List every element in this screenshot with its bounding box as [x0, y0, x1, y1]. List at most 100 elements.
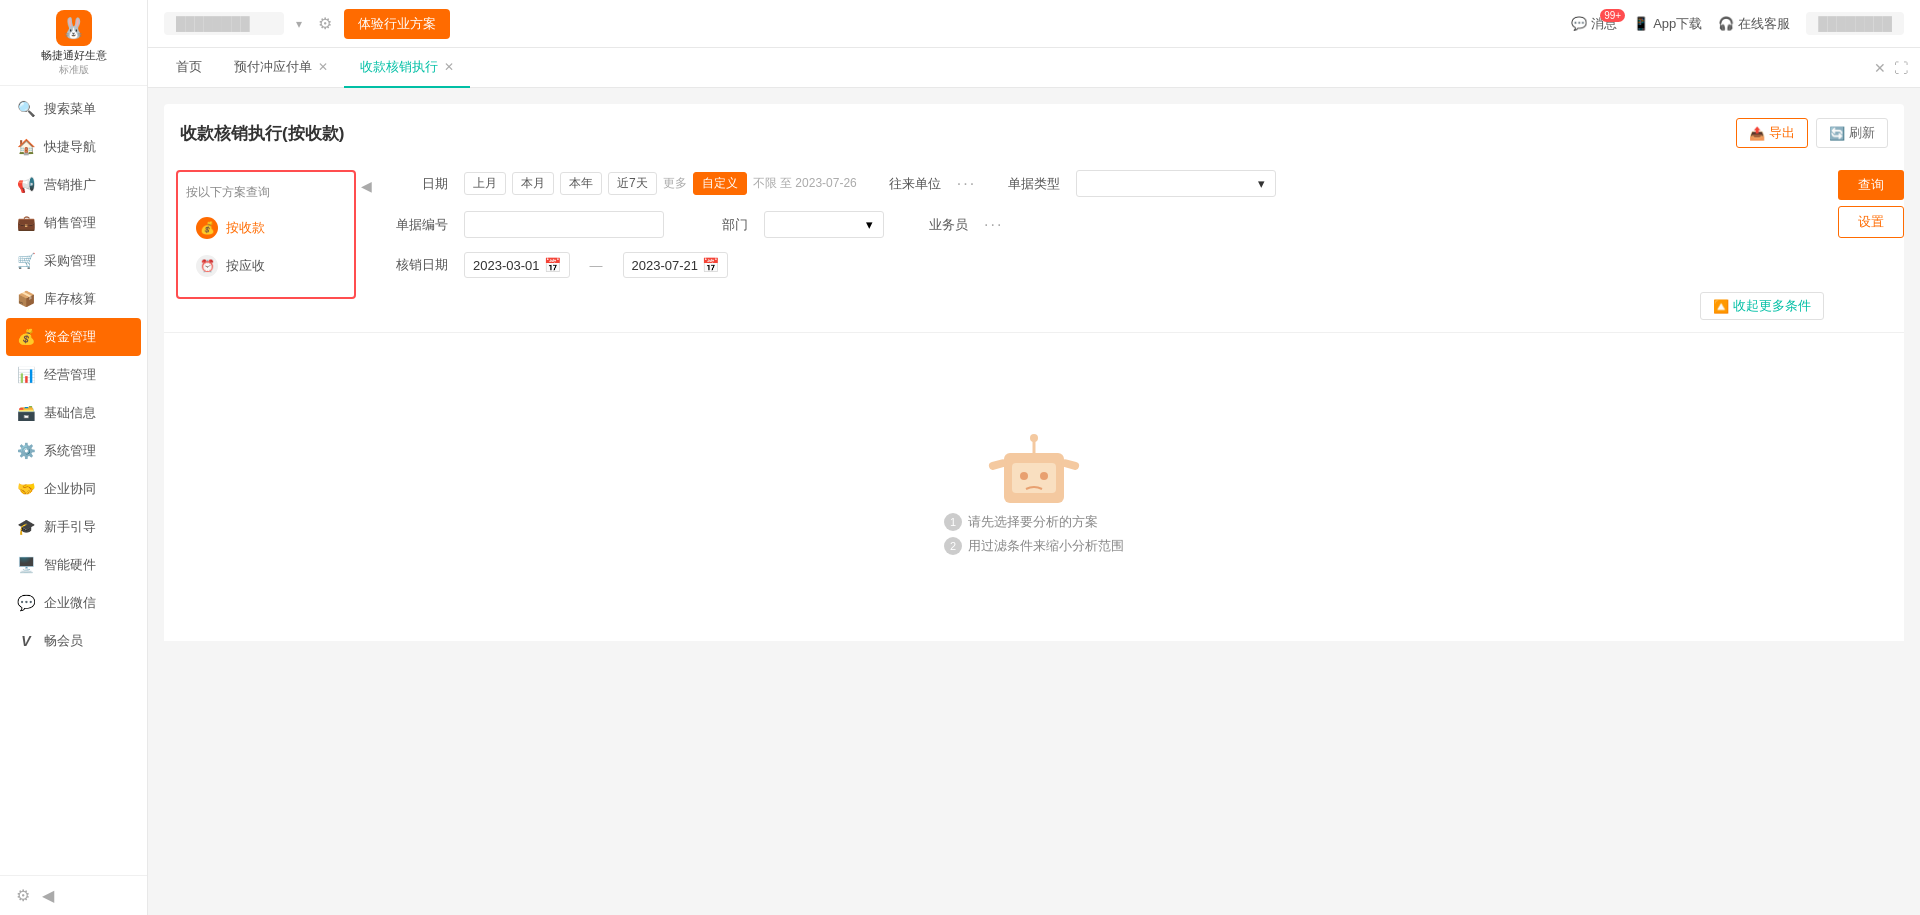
filter-area: 按以下方案查询 💰 按收款 ⏰ 按应收 ◀	[164, 158, 1904, 332]
calendar-to-icon[interactable]: 📅	[702, 257, 719, 273]
partner-selector-dots[interactable]: ···	[957, 175, 976, 193]
sidebar-item-sales[interactable]: 💼 销售管理	[0, 204, 147, 242]
sidebar-item-label: 营销推广	[44, 176, 96, 194]
filter-form: 日期 上月 本月 本年 近7天 更多 自定义 不限 至 2023-07-26 往…	[376, 158, 1904, 332]
svg-point-3	[1040, 472, 1048, 480]
sidebar-item-basic-info[interactable]: 🗃️ 基础信息	[0, 394, 147, 432]
sidebar-item-purchase[interactable]: 🛒 采购管理	[0, 242, 147, 280]
sidebar-item-label: 新手引导	[44, 518, 96, 536]
refresh-icon: 🔄	[1829, 126, 1845, 141]
staff-selector-dots[interactable]: ···	[984, 216, 1003, 234]
sidebar-item-guide[interactable]: 🎓 新手引导	[0, 508, 147, 546]
date-custom-btn[interactable]: 自定义	[693, 172, 747, 195]
empty-illustration	[974, 413, 1094, 513]
sidebar-item-management[interactable]: 📊 经营管理	[0, 356, 147, 394]
sidebar-item-label: 系统管理	[44, 442, 96, 460]
system-icon: ⚙️	[16, 442, 36, 460]
expand-tab-icon[interactable]: ⛶	[1894, 60, 1908, 76]
doc-no-input[interactable]	[464, 211, 664, 238]
messages-badge: 99+	[1600, 9, 1625, 22]
date-quick-group: 上月 本月 本年 近7天 更多 自定义 不限 至 2023-07-26	[464, 172, 857, 195]
date-last-month-btn[interactable]: 上月	[464, 172, 506, 195]
sidebar-item-label: 智能硬件	[44, 556, 96, 574]
dept-label: 部门	[692, 216, 748, 234]
sidebar-item-label: 企业协同	[44, 480, 96, 498]
empty-tip-2: 2 用过滤条件来缩小分析范围	[944, 537, 1124, 555]
collapse-more-button[interactable]: 🔼 收起更多条件	[1700, 292, 1824, 320]
sidebar-item-wechat[interactable]: 💬 企业微信	[0, 584, 147, 622]
sidebar-item-hardware[interactable]: 🖥️ 智能硬件	[0, 546, 147, 584]
page-title: 收款核销执行(按收款)	[180, 122, 344, 145]
sidebar-item-label: 企业微信	[44, 594, 96, 612]
verify-date-to-input[interactable]: 2023-07-21 📅	[623, 252, 729, 278]
date-7days-btn[interactable]: 近7天	[608, 172, 657, 195]
date-this-month-btn[interactable]: 本月	[512, 172, 554, 195]
tab-home[interactable]: 首页	[160, 48, 218, 88]
receipt-option-icon: 💰	[196, 217, 218, 239]
solution-button[interactable]: 体验行业方案	[344, 9, 450, 39]
gear-icon[interactable]: ⚙	[318, 14, 332, 33]
tab-prepay-close-icon[interactable]: ✕	[318, 60, 328, 74]
hardware-icon: 🖥️	[16, 556, 36, 574]
sidebar: 🐰 畅捷通好生意 标准版 🔍 搜索菜单 🏠 快捷导航 📢 营销推广 💼 销售管理…	[0, 0, 148, 915]
tab-collection-close-icon[interactable]: ✕	[444, 60, 454, 74]
sidebar-item-search[interactable]: 🔍 搜索菜单	[0, 90, 147, 128]
verify-date-label: 核销日期	[392, 256, 448, 274]
topbar: ████████ ▾ ⚙ 体验行业方案 💬 消息 99+ 📱 App下载 🎧 在…	[148, 0, 1920, 48]
verify-date-from-input[interactable]: 2023-03-01 📅	[464, 252, 570, 278]
filter-option-by-receivable[interactable]: ⏰ 按应收	[186, 247, 346, 285]
home-icon: 🏠	[16, 138, 36, 156]
refresh-button[interactable]: 🔄 刷新	[1816, 118, 1888, 148]
tab-prepay[interactable]: 预付冲应付单 ✕	[218, 48, 344, 88]
svg-point-5	[1030, 434, 1038, 442]
app-download-link[interactable]: 📱 App下载	[1633, 15, 1702, 33]
filter-row-date: 日期 上月 本月 本年 近7天 更多 自定义 不限 至 2023-07-26 往…	[392, 170, 1824, 197]
sidebar-item-marketing[interactable]: 📢 营销推广	[0, 166, 147, 204]
date-more-btn[interactable]: 更多	[663, 175, 687, 192]
export-icon: 📤	[1749, 126, 1765, 141]
close-tab-icon[interactable]: ✕	[1874, 60, 1886, 76]
messages-link[interactable]: 💬 消息 99+	[1571, 15, 1617, 33]
svg-rect-1	[1012, 463, 1056, 493]
settings-footer-icon[interactable]: ⚙	[16, 886, 30, 905]
dept-select[interactable]: ▾	[764, 211, 884, 238]
tab-actions: ✕ ⛶	[1874, 60, 1908, 76]
date-this-year-btn[interactable]: 本年	[560, 172, 602, 195]
dept-dropdown-icon: ▾	[866, 217, 873, 232]
member-icon: V	[16, 633, 36, 649]
sidebar-item-system[interactable]: ⚙️ 系统管理	[0, 432, 147, 470]
date-label: 日期	[392, 175, 448, 193]
user-name: ████████	[1806, 12, 1904, 35]
app-edition: 标准版	[59, 63, 89, 77]
export-button[interactable]: 📤 导出	[1736, 118, 1808, 148]
empty-tips-list: 1 请先选择要分析的方案 2 用过滤条件来缩小分析范围	[944, 513, 1124, 561]
query-button[interactable]: 查询	[1838, 170, 1904, 200]
sidebar-footer: ⚙ ◀	[0, 875, 147, 915]
doc-type-label: 单据类型	[1004, 175, 1060, 193]
date-range-sep: —	[590, 258, 603, 273]
settings-button[interactable]: 设置	[1838, 206, 1904, 238]
sidebar-item-nav[interactable]: 🏠 快捷导航	[0, 128, 147, 166]
tab-collection-label: 收款核销执行	[360, 58, 438, 76]
guide-icon: 🎓	[16, 518, 36, 536]
collapse-sidebar-icon[interactable]: ◀	[42, 886, 54, 905]
sidebar-item-inventory[interactable]: 📦 库存核算	[0, 280, 147, 318]
filter-option-by-receipt[interactable]: 💰 按收款	[186, 209, 346, 247]
sidebar-item-member[interactable]: V 畅会员	[0, 622, 147, 660]
dropdown-arrow-icon[interactable]: ▾	[296, 17, 302, 31]
tab-collection[interactable]: 收款核销执行 ✕	[344, 48, 470, 88]
online-service-label: 在线客服	[1738, 15, 1790, 33]
calendar-from-icon[interactable]: 📅	[544, 257, 561, 273]
sidebar-item-label: 销售管理	[44, 214, 96, 232]
doc-type-select[interactable]: ▾	[1076, 170, 1276, 197]
sidebar-item-finance[interactable]: 💰 资金管理	[6, 318, 141, 356]
sidebar-item-label: 基础信息	[44, 404, 96, 422]
online-service-link[interactable]: 🎧 在线客服	[1718, 15, 1790, 33]
sidebar-item-collab[interactable]: 🤝 企业协同	[0, 470, 147, 508]
verify-date-from-value: 2023-03-01	[473, 258, 540, 273]
sidebar-item-label: 采购管理	[44, 252, 96, 270]
collapse-filter-panel-button[interactable]: ◀	[356, 158, 376, 194]
filter-left-wrap: 按以下方案查询 💰 按收款 ⏰ 按应收 ◀	[164, 158, 376, 332]
empty-tip-1: 1 请先选择要分析的方案	[944, 513, 1124, 531]
wechat-icon: 💬	[16, 594, 36, 612]
